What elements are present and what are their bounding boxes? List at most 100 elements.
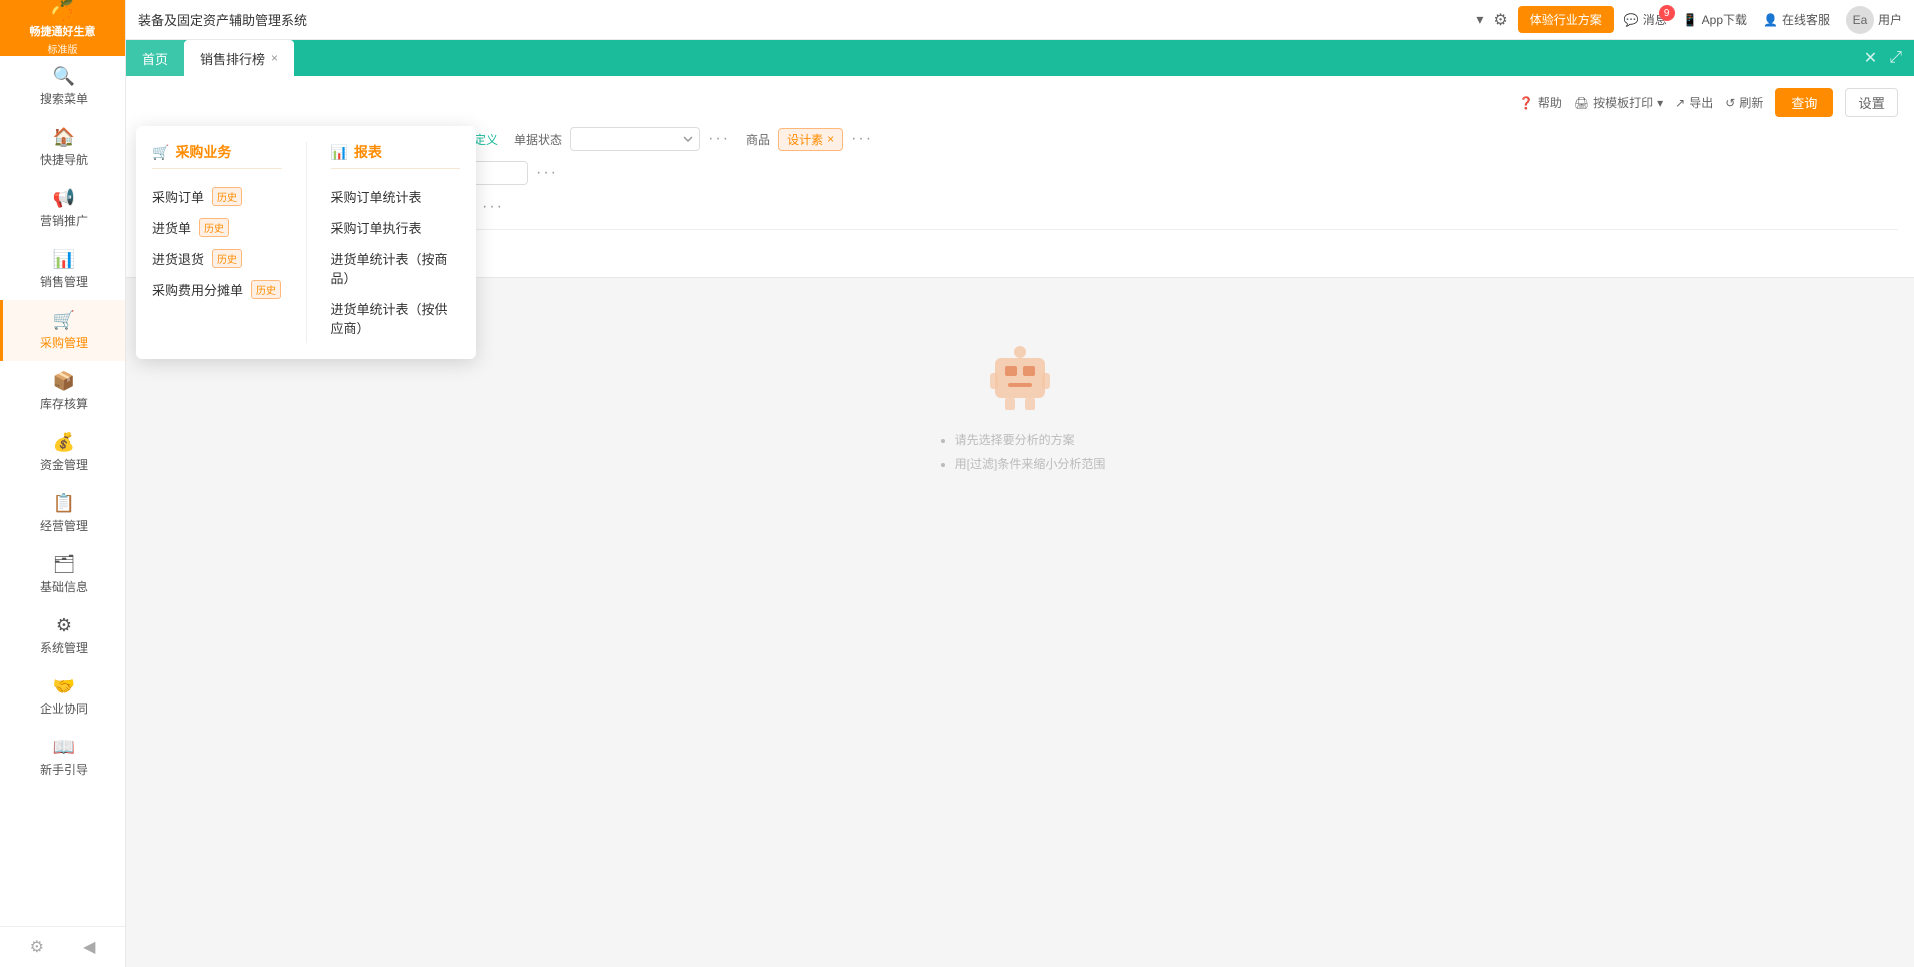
message-btn[interactable]: 💬 消息 9 [1624, 11, 1667, 28]
menu-item-inbound-return[interactable]: 进货退货 历史 [152, 243, 282, 274]
sidebar-item-newbie[interactable]: 📖 新手引导 [0, 727, 125, 788]
sidebar-item-purchase[interactable]: 🛒 采购管理 [0, 300, 125, 361]
report-menu-icon: 📊 [331, 144, 348, 161]
sidebar-item-system[interactable]: ⚙ 系统管理 [0, 605, 125, 666]
app-download-btn[interactable]: 📱 App下载 [1683, 11, 1747, 28]
menu-item-purchase-order[interactable]: 采购订单 历史 [152, 181, 282, 212]
customer-dots[interactable]: ··· [482, 198, 504, 216]
marketing-icon: 📢 [53, 188, 75, 209]
menu-item-inbound-stat-goods[interactable]: 进货单统计表（按商品） [331, 243, 461, 293]
set-btn[interactable]: 设置 [1845, 88, 1898, 117]
sidebar-label-operation: 经营管理 [40, 517, 88, 534]
sidebar-item-marketing[interactable]: 📢 营销推广 [0, 178, 125, 239]
sidebar-item-finance[interactable]: 💰 资金管理 [0, 422, 125, 483]
sidebar-item-enterprise[interactable]: 🤝 企业协同 [0, 666, 125, 727]
help-icon: ❓ [1519, 96, 1534, 110]
online-service-btn[interactable]: 👤 在线客服 [1763, 11, 1830, 28]
export-btn[interactable]: ↗ 导出 [1675, 94, 1713, 111]
system-icon: ⚙ [56, 615, 72, 636]
goods-field: 商品 设计素 × ··· [746, 128, 873, 151]
salesperson-dots[interactable]: ··· [536, 164, 558, 182]
purchase-icon: 🛒 [53, 310, 75, 331]
refresh-btn[interactable]: ↺ 刷新 [1725, 94, 1763, 111]
print-icon: 🖨 [1574, 96, 1589, 110]
help-btn[interactable]: ❓ 帮助 [1519, 94, 1562, 111]
menu-item-inbound-stat-goods-label: 进货单统计表（按商品） [331, 249, 461, 287]
menu-item-inbound-return-label: 进货退货 [152, 249, 204, 268]
doc-status-dots[interactable]: ··· [708, 130, 730, 148]
tab-expand-btn[interactable]: ⤢ [1885, 45, 1906, 71]
export-icon: ↗ [1675, 96, 1685, 110]
history-tag-inbound-return: 历史 [212, 249, 242, 268]
menu-item-purchase-order-stat[interactable]: 采购订单统计表 [331, 181, 461, 212]
sidebar-item-sales[interactable]: 📊 销售管理 [0, 239, 125, 300]
logo-line2: 标准版 [48, 41, 78, 56]
newbie-icon: 📖 [53, 737, 75, 758]
message-badge: 9 [1659, 5, 1675, 21]
menu-item-purchase-expense[interactable]: 采购费用分摊单 历史 [152, 274, 282, 305]
operation-icon: 📋 [53, 493, 75, 514]
menu-item-inbound-stat-supplier-label: 进货单统计表（按供应商） [331, 299, 461, 337]
app-logo: 🍊 畅捷通好生意 标准版 [0, 0, 125, 56]
refresh-icon: ↺ [1725, 96, 1735, 110]
menu-item-purchase-order-exec[interactable]: 采购订单执行表 [331, 212, 461, 243]
service-icon: 👤 [1763, 13, 1778, 27]
menu-item-purchase-order-label: 采购订单 [152, 187, 204, 206]
sidebar-item-operation[interactable]: 📋 经营管理 [0, 483, 125, 544]
sidebar-item-inventory[interactable]: 📦 库存核算 [0, 361, 125, 422]
topbar-industry-btn[interactable]: 体验行业方案 [1518, 6, 1614, 33]
menu-report-header: 📊 报表 [331, 142, 461, 169]
sidebar-item-quick-nav[interactable]: 🏠 快捷导航 [0, 117, 125, 178]
menu-item-purchase-order-exec-label: 采购订单执行表 [331, 218, 422, 237]
topbar-dropdown-btn[interactable]: ▾ [1476, 11, 1483, 28]
print-label: 按模板打印 [1593, 94, 1653, 111]
sidebar-label-inventory: 库存核算 [40, 395, 88, 412]
doc-status-select[interactable] [570, 127, 700, 151]
basic-icon: 🗂 [53, 554, 76, 575]
content-area: ❓ 帮助 🖨 按模板打印 ▾ ↗ 导出 ↺ 刷新 查询 设置 [126, 76, 1914, 967]
sidebar-label-basic: 基础信息 [40, 578, 88, 595]
footer-collapse-btn[interactable]: ◀ [83, 937, 95, 957]
sales-icon: 📊 [53, 249, 75, 270]
tab-home[interactable]: 首页 [126, 40, 184, 76]
tabs-bar: 首页 销售排行榜 × ✕ ⤢ [126, 40, 1914, 76]
topbar: 装备及固定资产辅助管理系统 ▾ ⚙ 体验行业方案 💬 消息 9 📱 App下载 … [126, 0, 1914, 40]
goods-label: 商品 [746, 131, 770, 148]
goods-dots[interactable]: ··· [851, 130, 873, 148]
footer-settings-btn[interactable]: ⚙ [30, 937, 44, 957]
sidebar-label-search: 搜索菜单 [40, 90, 88, 107]
sidebar-label-system: 系统管理 [40, 639, 88, 656]
menu-item-inbound-stat-supplier[interactable]: 进货单统计表（按供应商） [331, 293, 461, 343]
tab-close-window-btn[interactable]: ✕ [1860, 44, 1881, 72]
print-btn[interactable]: 🖨 按模板打印 ▾ [1574, 94, 1663, 111]
menu-item-inbound[interactable]: 进货单 历史 [152, 212, 282, 243]
empty-tips: 请先选择要分析的方案 用[过滤]条件来缩小分析范围 [935, 428, 1106, 476]
filter-toolbar: ❓ 帮助 🖨 按模板打印 ▾ ↗ 导出 ↺ 刷新 查询 设置 [142, 88, 1898, 117]
print-dropdown-icon: ▾ [1657, 96, 1663, 110]
export-label: 导出 [1689, 94, 1713, 111]
tab-sales-rank-label: 销售排行榜 [200, 49, 265, 68]
sidebar-label-enterprise: 企业协同 [40, 700, 88, 717]
doc-status-field: 单据状态 ··· [514, 127, 730, 151]
goods-tag-close[interactable]: × [827, 132, 834, 146]
query-btn[interactable]: 查询 [1775, 88, 1833, 117]
sidebar-label-finance: 资金管理 [40, 456, 88, 473]
topbar-settings-btn[interactable]: ⚙ [1493, 10, 1507, 30]
logo-line1: 畅捷通好生意 [30, 23, 96, 39]
menu-purchase-header: 🛒 采购业务 [152, 142, 282, 169]
sidebar-item-basic[interactable]: 🗂 基础信息 [0, 544, 125, 605]
enterprise-icon: 🤝 [53, 676, 75, 697]
tab-sales-rank[interactable]: 销售排行榜 × [184, 40, 294, 76]
user-label: 用户 [1878, 11, 1902, 28]
user-btn[interactable]: Ea 用户 [1846, 6, 1902, 34]
sidebar: 🍊 畅捷通好生意 标准版 🔍 搜索菜单 🏠 快捷导航 📢 营销推广 📊 销售管理… [0, 0, 126, 967]
sidebar-footer: ⚙ ◀ [0, 926, 125, 967]
topbar-right: 💬 消息 9 📱 App下载 👤 在线客服 Ea 用户 [1624, 6, 1902, 34]
menu-col-report: 📊 报表 采购订单统计表 采购订单执行表 进货单统计表（按商品） 进货单统计表（… [331, 142, 461, 343]
purchase-menu-title: 采购业务 [175, 142, 231, 162]
logo-icon: 🍊 [49, 1, 76, 23]
tab-close-btn[interactable]: × [271, 51, 278, 65]
sidebar-item-search[interactable]: 🔍 搜索菜单 [0, 56, 125, 117]
empty-tip-1: 请先选择要分析的方案 [955, 428, 1106, 452]
menu-divider [306, 142, 307, 343]
